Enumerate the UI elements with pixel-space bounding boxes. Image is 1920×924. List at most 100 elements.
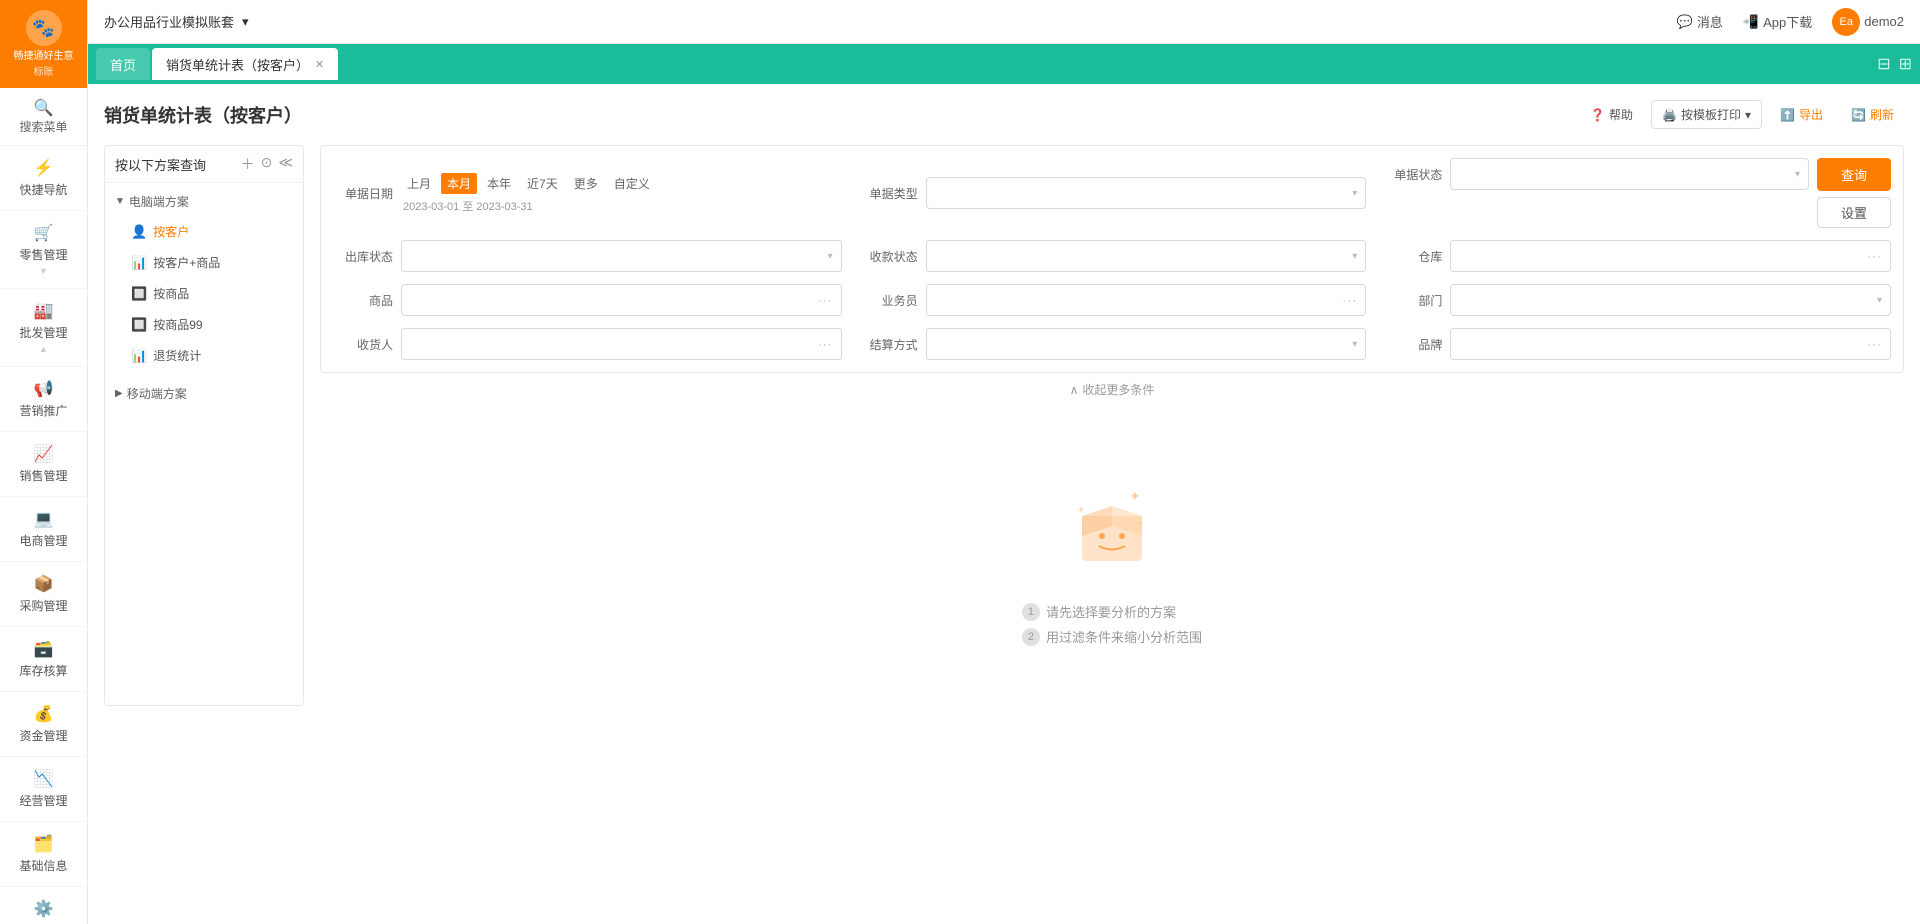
page-title: 销货单统计表（按客户） (104, 102, 302, 128)
message-label: 消息 (1697, 12, 1723, 31)
date-tab-last-7[interactable]: 近7天 (521, 173, 564, 194)
template-print-button[interactable]: 🖨️ 按模板打印 ▾ (1651, 100, 1762, 129)
sales-icon: 📈 (34, 444, 54, 464)
scheme-settings-icon[interactable]: ⊙ (261, 154, 273, 174)
scheme-collapse-icon[interactable]: ≪ (278, 154, 293, 174)
shortcut-icon: ⚡ (34, 158, 54, 178)
date-label: 单据日期 (333, 185, 393, 202)
payment-status-label: 收款状态 (858, 248, 918, 265)
scheme-item-by-goods[interactable]: 🔲 按商品 (105, 278, 303, 309)
user-name: demo2 (1864, 14, 1904, 29)
empty-hint-1: 1 请先选择要分析的方案 (1022, 602, 1202, 621)
order-status-input[interactable]: ▾ (1450, 158, 1809, 190)
payment-status-input[interactable]: ▾ (926, 240, 1367, 272)
receiver-input[interactable]: ··· (401, 328, 842, 360)
settlement-input[interactable]: ▾ (926, 328, 1367, 360)
user-action[interactable]: Ea demo2 (1832, 8, 1904, 36)
warehouse-more-icon: ··· (1867, 249, 1882, 263)
header-right: 💬 消息 📲 App下载 Ea demo2 (1677, 8, 1904, 36)
help-button[interactable]: ❓ 帮助 (1580, 101, 1643, 128)
sidebar-item-system[interactable]: ⚙️ 系统管理 (0, 887, 87, 924)
shortcut-label: 快捷导航 (19, 181, 67, 198)
tab-close-icon[interactable]: ✕ (315, 58, 324, 71)
tab-sales-stats[interactable]: 销货单统计表（按客户） ✕ (152, 48, 338, 80)
scheme-section-mobile-header[interactable]: ▶ 移动端方案 (105, 379, 303, 408)
brand-more-icon: ··· (1867, 337, 1882, 351)
goods-more-icon: ··· (818, 293, 833, 307)
by-goods-99-label: 按商品99 (153, 316, 202, 333)
message-action[interactable]: 💬 消息 (1677, 12, 1723, 31)
order-type-input[interactable]: ▾ (926, 177, 1367, 209)
by-customer-goods-icon: 📊 (131, 255, 147, 271)
tab-maximize-btn[interactable]: ⊞ (1899, 54, 1912, 74)
sidebar-item-basic[interactable]: 🗂️ 基础信息 (0, 822, 87, 887)
retail-label: 零售管理 (19, 246, 67, 263)
scheme-section-mobile: ▶ 移动端方案 (105, 375, 303, 412)
export-button[interactable]: ⬆️ 导出 (1770, 101, 1833, 128)
sidebar-item-operations[interactable]: 📉 经营管理 (0, 757, 87, 822)
sidebar-item-sales[interactable]: 📈 销售管理 (0, 432, 87, 497)
scheme-panel: 按以下方案查询 ＋ ⊙ ≪ ▼ 电脑端方案 👤 (104, 145, 304, 706)
scheme-item-by-customer-goods[interactable]: 📊 按客户+商品 (105, 247, 303, 278)
wholesale-icon: 🏭 (34, 301, 54, 321)
filter-row-brand: 品牌 ··· (1382, 328, 1891, 360)
inventory-icon: 🗃️ (34, 639, 54, 659)
date-tab-current-year[interactable]: 本年 (481, 173, 517, 194)
query-button[interactable]: 查询 (1817, 158, 1891, 191)
tab-minimize-btn[interactable]: ⊟ (1877, 54, 1890, 74)
collapse-bar[interactable]: ∧ 收起更多条件 (320, 373, 1904, 406)
purchase-icon: 📦 (34, 574, 54, 594)
filter-row-salesperson: 业务员 ··· (858, 284, 1367, 316)
salesperson-input[interactable]: ··· (926, 284, 1367, 316)
sidebar-item-shortcut[interactable]: ⚡ 快捷导航 (0, 146, 87, 211)
retail-arrow: ▼ (39, 266, 48, 276)
brand-input[interactable]: ··· (1450, 328, 1891, 360)
scheme-section-desktop-header[interactable]: ▼ 电脑端方案 (105, 187, 303, 216)
sidebar-item-finance[interactable]: 💰 资金管理 (0, 692, 87, 757)
desktop-section-arrow: ▼ (115, 196, 125, 207)
hint-text-2: 用过滤条件来缩小分析范围 (1046, 627, 1202, 646)
receiver-more-icon: ··· (818, 337, 833, 351)
page-container: 销货单统计表（按客户） ❓ 帮助 🖨️ 按模板打印 ▾ ⬆️ 导出 (88, 84, 1920, 924)
app-download-action[interactable]: 📲 App下载 (1743, 12, 1812, 31)
main-area: 办公用品行业模拟账套 ▾ 💬 消息 📲 App下载 Ea demo2 首页 (88, 0, 1920, 924)
date-tab-custom[interactable]: 自定义 (608, 173, 656, 194)
date-tab-last-month[interactable]: 上月 (401, 173, 437, 194)
scheme-add-icon[interactable]: ＋ (241, 154, 255, 174)
sales-stats-tab-label: 销货单统计表（按客户） (166, 55, 309, 74)
sidebar-item-wholesale[interactable]: 🏭 批发管理 ▲ (0, 289, 87, 367)
settings-button[interactable]: 设置 (1817, 197, 1891, 228)
department-input[interactable]: ▾ (1450, 284, 1891, 316)
warehouse-input[interactable]: ··· (1450, 240, 1891, 272)
sidebar-item-retail[interactable]: 🛒 零售管理 ▼ (0, 211, 87, 289)
out-status-input[interactable]: ▾ (401, 240, 842, 272)
scheme-item-by-customer[interactable]: 👤 按客户 (105, 216, 303, 247)
scheme-section-desktop: ▼ 电脑端方案 👤 按客户 📊 按客户+商品 🔲 (105, 183, 303, 375)
goods-input[interactable]: ··· (401, 284, 842, 316)
salesperson-more-icon: ··· (1342, 293, 1357, 307)
date-tab-current-month[interactable]: 本月 (441, 173, 477, 194)
payment-status-dropdown-icon: ▾ (1352, 251, 1357, 262)
date-tab-more[interactable]: 更多 (568, 173, 604, 194)
tab-home[interactable]: 首页 (96, 48, 150, 80)
refresh-button[interactable]: 🔄 刷新 (1841, 101, 1904, 128)
avatar: Ea (1832, 8, 1860, 36)
sidebar-item-marketing[interactable]: 📢 营销推广 (0, 367, 87, 432)
sidebar-item-ecommerce[interactable]: 💻 电商管理 (0, 497, 87, 562)
logo-subtitle: 标账 (34, 63, 54, 78)
logo-icon: 🐾 (26, 10, 62, 46)
finance-icon: 💰 (34, 704, 54, 724)
order-status-label: 单据状态 (1382, 166, 1442, 183)
sidebar-item-purchase[interactable]: 📦 采购管理 (0, 562, 87, 627)
scheme-panel-icons: ＋ ⊙ ≪ (241, 154, 293, 174)
scheme-item-by-goods-99[interactable]: 🔲 按商品99 (105, 309, 303, 340)
sidebar-search-menu[interactable]: 🔍 搜索菜单 (0, 88, 87, 146)
scheme-item-return-stats[interactable]: 📊 退货统计 (105, 340, 303, 371)
workspace-dropdown-icon[interactable]: ▾ (242, 14, 249, 30)
empty-hints: 1 请先选择要分析的方案 2 用过滤条件来缩小分析范围 (1022, 602, 1202, 646)
order-type-label: 单据类型 (858, 185, 918, 202)
help-label: 帮助 (1609, 106, 1633, 123)
header-left: 办公用品行业模拟账套 ▾ (104, 12, 249, 31)
sidebar-item-inventory[interactable]: 🗃️ 库存核算 (0, 627, 87, 692)
order-type-dropdown-icon: ▾ (1352, 188, 1357, 199)
